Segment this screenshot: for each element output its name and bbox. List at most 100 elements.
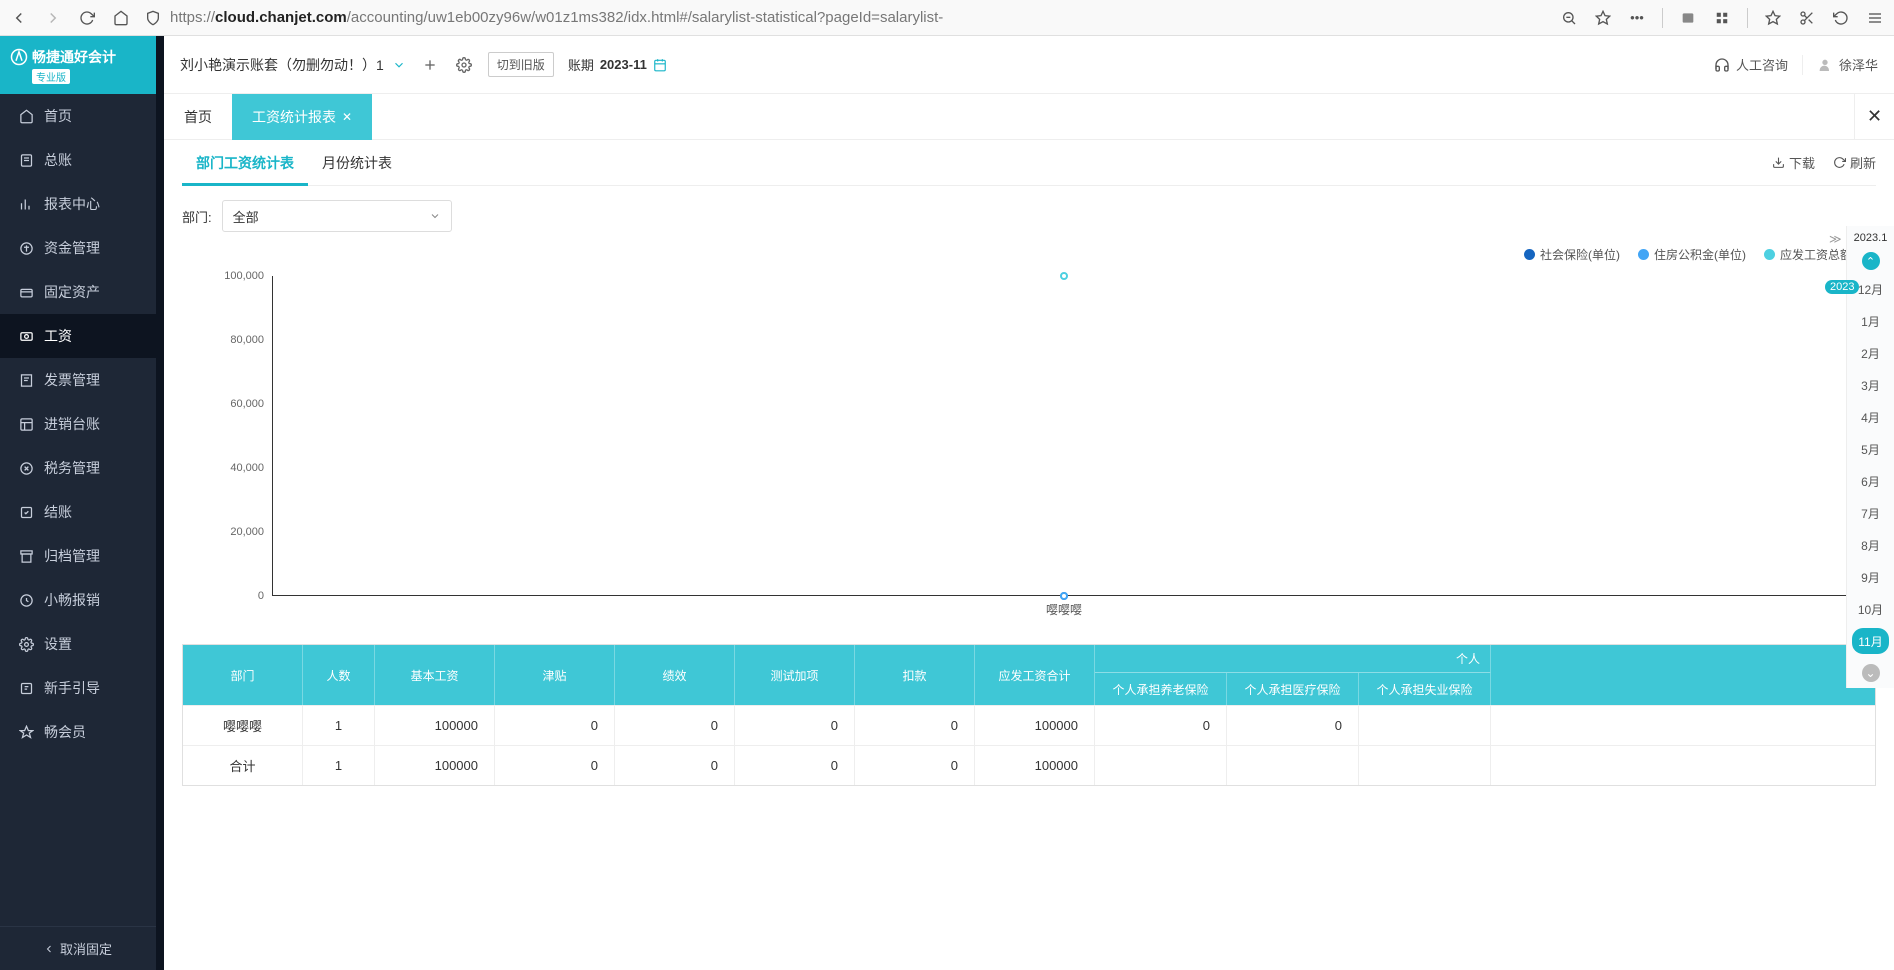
sidebar-item-close-period[interactable]: 结账 bbox=[0, 490, 156, 534]
refresh-button[interactable]: 刷新 bbox=[1833, 153, 1876, 172]
sidebar-item-asset[interactable]: 固定资产 bbox=[0, 270, 156, 314]
month-item[interactable]: 7月 bbox=[1861, 500, 1880, 526]
cell-value: 100000 bbox=[975, 746, 1095, 785]
add-account-button[interactable] bbox=[420, 55, 440, 75]
apps-icon[interactable] bbox=[1713, 9, 1731, 27]
expand-down-button[interactable]: ⌄ bbox=[1862, 664, 1880, 682]
sidebar-item-chart[interactable]: 报表中心 bbox=[0, 182, 156, 226]
collapse-arrow-icon[interactable]: ≫ bbox=[1829, 232, 1842, 246]
sidebar-item-vip[interactable]: 畅会员 bbox=[0, 710, 156, 754]
subtab-dept[interactable]: 部门工资统计表 bbox=[182, 140, 308, 186]
table-row: 嘤嘤嘤1100000000010000000 bbox=[183, 705, 1875, 745]
sidebar-item-label: 发票管理 bbox=[44, 370, 100, 390]
col-group: 个人个人承担养老保险个人承担医疗保险个人承担失业保险 bbox=[1095, 645, 1491, 705]
sidebar-item-ledger[interactable]: 总账 bbox=[0, 138, 156, 182]
download-button[interactable]: 下载 bbox=[1772, 153, 1815, 172]
subtab-month[interactable]: 月份统计表 bbox=[308, 140, 406, 186]
month-item[interactable]: 12月 bbox=[1858, 276, 1883, 302]
legend-item[interactable]: 社会保险(单位) bbox=[1524, 246, 1620, 263]
sidebar-pin-toggle[interactable]: 取消固定 bbox=[0, 926, 156, 970]
sidebar-item-label: 归档管理 bbox=[44, 546, 100, 566]
month-item[interactable]: 8月 bbox=[1861, 532, 1880, 558]
undo-icon[interactable] bbox=[1832, 9, 1850, 27]
data-point bbox=[1060, 272, 1068, 280]
legend-item[interactable]: 住房公积金(单位) bbox=[1638, 246, 1746, 263]
month-item[interactable]: 3月 bbox=[1861, 372, 1880, 398]
sidebar-item-archive[interactable]: 归档管理 bbox=[0, 534, 156, 578]
sidebar-item-psi[interactable]: 进销台账 bbox=[0, 402, 156, 446]
pocket-icon[interactable] bbox=[1679, 9, 1697, 27]
star-icon[interactable] bbox=[1594, 9, 1612, 27]
expand-up-button[interactable]: ⌃ bbox=[1862, 252, 1880, 270]
back-icon[interactable] bbox=[10, 9, 28, 27]
sidebar-item-settings[interactable]: 设置 bbox=[0, 622, 156, 666]
cell-value: 0 bbox=[735, 746, 855, 785]
address-bar[interactable]: https://cloud.chanjet.com/accounting/uw1… bbox=[144, 9, 1546, 27]
cell-value bbox=[1359, 746, 1491, 785]
legend-item[interactable]: 应发工资总额 bbox=[1764, 246, 1852, 263]
logo: 畅捷通好会计 专业版 bbox=[0, 36, 156, 94]
guide-icon bbox=[18, 680, 34, 696]
legend-dot bbox=[1638, 249, 1649, 260]
account-name: 刘小艳演示账套（勿删勿动！）1 bbox=[180, 55, 384, 75]
month-item[interactable]: 4月 bbox=[1861, 404, 1880, 430]
tab-salary-report[interactable]: 工资统计报表 ✕ bbox=[232, 94, 372, 140]
sidebar-scrollbar[interactable] bbox=[156, 36, 164, 970]
url-host: cloud.chanjet.com bbox=[215, 9, 347, 26]
dept-select[interactable]: 全部 bbox=[222, 200, 452, 232]
period-selector[interactable]: 账期 2023-11 bbox=[568, 55, 667, 74]
content: 部门工资统计表 月份统计表 下载 刷新 部门: 全部 bbox=[164, 140, 1894, 970]
tax-icon bbox=[18, 460, 34, 476]
y-tick-label: 40,000 bbox=[230, 462, 264, 474]
more-icon[interactable]: ••• bbox=[1628, 9, 1646, 27]
col-header: 个人承担失业保险 bbox=[1359, 673, 1491, 705]
tab-home[interactable]: 首页 bbox=[164, 94, 232, 140]
chart: 社会保险(单位)住房公积金(单位)应发工资总额 020,00040,00060,… bbox=[182, 246, 1876, 626]
month-top-label: 2023.1 bbox=[1854, 232, 1888, 244]
user-menu[interactable]: 徐泽华 bbox=[1817, 55, 1878, 74]
sidebar-item-tax[interactable]: 税务管理 bbox=[0, 446, 156, 490]
col-group-label: 个人 bbox=[1095, 645, 1491, 673]
asset-icon bbox=[18, 284, 34, 300]
fav-icon[interactable] bbox=[1764, 9, 1782, 27]
table-row: 合计11000000000100000 bbox=[183, 745, 1875, 785]
forward-icon[interactable] bbox=[44, 9, 62, 27]
month-item[interactable]: 9月 bbox=[1861, 564, 1880, 590]
cell-value: 0 bbox=[615, 706, 735, 745]
sidebar-item-salary[interactable]: 工资 bbox=[0, 314, 156, 358]
filter-row: 部门: 全部 bbox=[182, 186, 1876, 246]
sidebar-item-invoice[interactable]: 发票管理 bbox=[0, 358, 156, 402]
close-all-button[interactable]: ✕ bbox=[1854, 94, 1894, 140]
url-path: /accounting/uw1eb00zy96w/w01z1ms382/idx.… bbox=[347, 9, 944, 26]
account-selector[interactable]: 刘小艳演示账套（勿删勿动！）1 bbox=[180, 55, 406, 75]
close-icon[interactable]: ✕ bbox=[342, 110, 352, 124]
sidebar-item-guide[interactable]: 新手引导 bbox=[0, 666, 156, 710]
switch-old-button[interactable]: 切到旧版 bbox=[488, 52, 554, 77]
reimburse-icon bbox=[18, 592, 34, 608]
sidebar-item-label: 资金管理 bbox=[44, 238, 100, 258]
home-icon[interactable] bbox=[112, 9, 130, 27]
cell-dept: 合计 bbox=[183, 746, 303, 785]
col-header: 部门 bbox=[183, 645, 303, 705]
period-value: 2023-11 bbox=[600, 57, 647, 72]
sidebar-item-label: 报表中心 bbox=[44, 194, 100, 214]
month-item[interactable]: 2月 bbox=[1861, 340, 1880, 366]
month-item[interactable]: 6月 bbox=[1861, 468, 1880, 494]
sidebar-item-home[interactable]: 首页 bbox=[0, 94, 156, 138]
zoom-icon[interactable] bbox=[1560, 9, 1578, 27]
reload-icon[interactable] bbox=[78, 9, 96, 27]
calendar-icon bbox=[653, 58, 667, 72]
legend-dot bbox=[1764, 249, 1775, 260]
month-item[interactable]: 10月 bbox=[1858, 596, 1883, 622]
month-item[interactable]: 5月 bbox=[1861, 436, 1880, 462]
month-item[interactable]: 11月 bbox=[1852, 628, 1888, 654]
y-tick-label: 0 bbox=[258, 590, 264, 602]
settings-icon[interactable] bbox=[454, 55, 474, 75]
sidebar-item-fund[interactable]: 资金管理 bbox=[0, 226, 156, 270]
logo-tag: 专业版 bbox=[32, 69, 70, 84]
cut-icon[interactable] bbox=[1798, 9, 1816, 27]
month-item[interactable]: 1月 bbox=[1861, 308, 1880, 334]
menu-icon[interactable] bbox=[1866, 9, 1884, 27]
support-link[interactable]: 人工咨询 bbox=[1714, 55, 1788, 74]
sidebar-item-reimburse[interactable]: 小畅报销 bbox=[0, 578, 156, 622]
